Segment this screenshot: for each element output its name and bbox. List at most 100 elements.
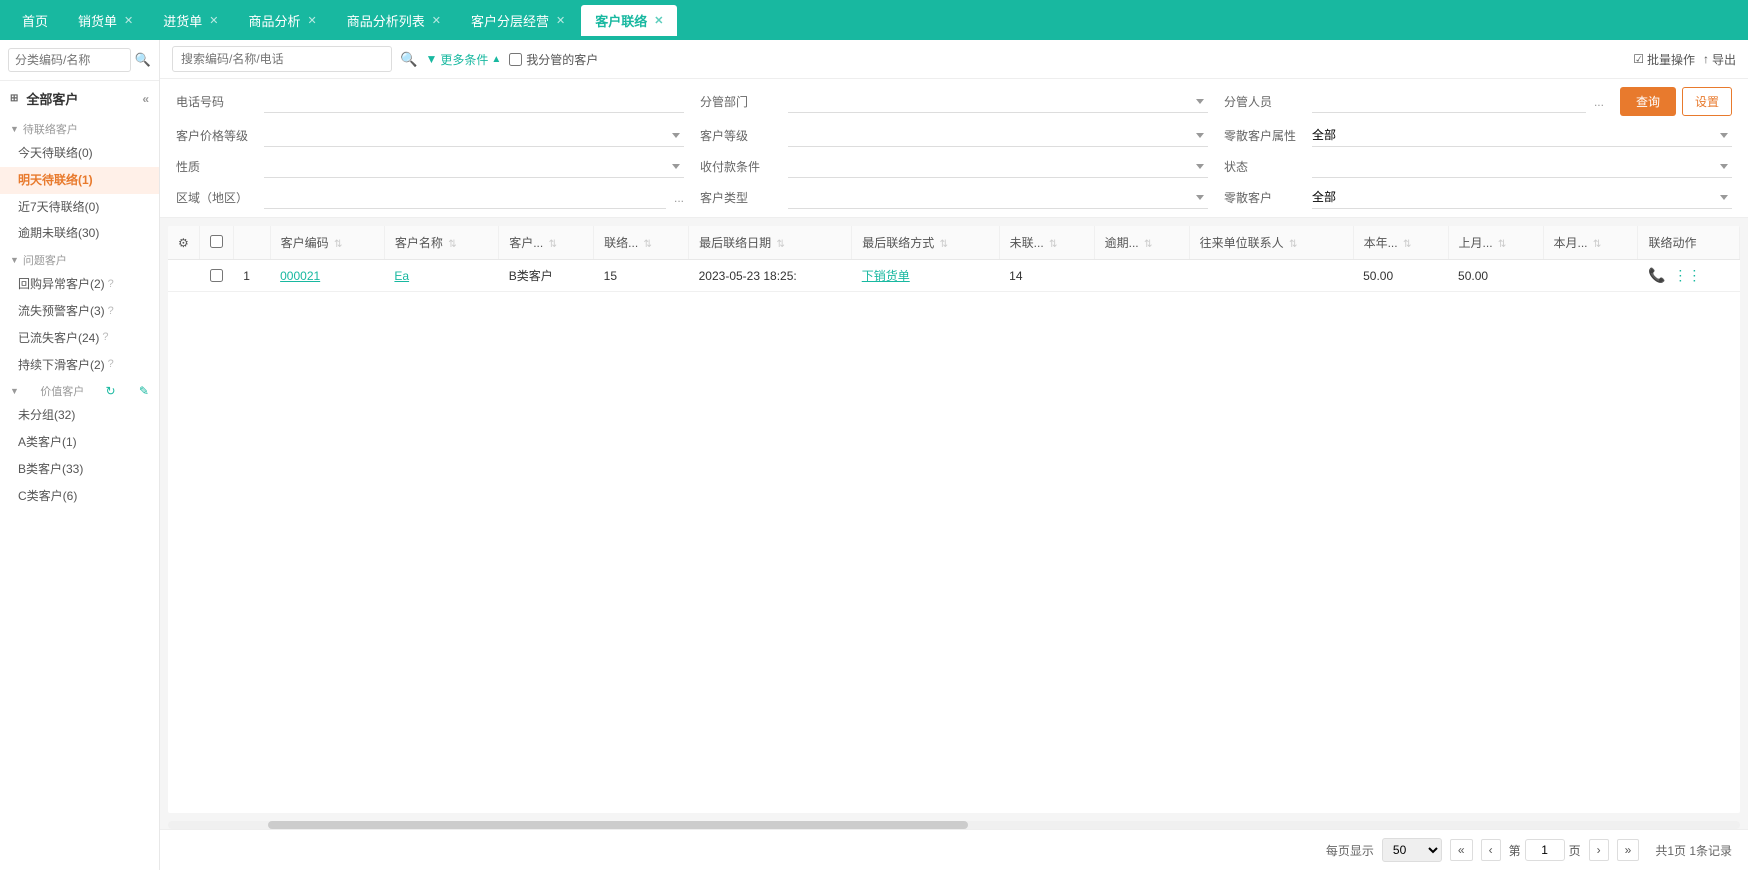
nav-goods-analysis-list-close[interactable]: ✕ (432, 14, 441, 27)
sort-icon-name[interactable]: ⇅ (448, 239, 456, 250)
sidebar-item-ungrouped[interactable]: 未分组(32) (0, 402, 159, 429)
customer-code-link[interactable]: 000021 (280, 269, 320, 283)
problem-group-label: 问题客户 (23, 252, 67, 268)
filter-retail-customer-select[interactable]: 全部 (1312, 186, 1732, 209)
edit-icon[interactable]: ✎ (139, 384, 149, 398)
prev-page-btn[interactable]: ‹ (1481, 839, 1501, 861)
sidebar-item-week[interactable]: 近7天待联络(0) (0, 194, 159, 221)
nav-customer-tier-close[interactable]: ✕ (556, 14, 565, 27)
sidebar-item-repurchase[interactable]: 回购异常客户(2) ? (0, 271, 159, 298)
last-contact-method-link[interactable]: 下销货单 (862, 269, 910, 283)
nav-item-sales[interactable]: 销货单 ✕ (64, 5, 147, 36)
sidebar-search-input[interactable] (8, 48, 131, 72)
sidebar-item-churn-warning[interactable]: 流失预警客户(3) ? (0, 298, 159, 325)
nav-item-customer-tier[interactable]: 客户分层经营 ✕ (457, 5, 579, 36)
filter-customer-level-select[interactable] (788, 124, 1208, 147)
sort-icon-last-date[interactable]: ⇅ (776, 239, 784, 250)
action-more-icon[interactable]: ⋮⋮ (1673, 267, 1701, 284)
sidebar-item-class-c[interactable]: C类客户(6) (0, 483, 159, 510)
nav-item-purchase[interactable]: 进货单 ✕ (149, 5, 232, 36)
filter-value-level-select[interactable] (264, 124, 684, 147)
nav-purchase-close[interactable]: ✕ (209, 14, 218, 27)
sort-icon-no-contact[interactable]: ⇅ (1049, 239, 1057, 250)
more-conditions-button[interactable]: ▼ 更多条件 ▲ (425, 51, 501, 68)
filter-status-select[interactable] (1312, 155, 1732, 178)
nav-item-home[interactable]: 首页 (8, 5, 62, 36)
refresh-icon[interactable]: ↻ (106, 384, 116, 398)
first-page-btn[interactable]: « (1450, 839, 1473, 861)
filter-retail-attr-select[interactable]: 全部 (1312, 124, 1732, 147)
batch-ops-button[interactable]: ☑ 批量操作 (1633, 51, 1695, 68)
query-button[interactable]: 查询 (1620, 87, 1676, 116)
filter-manager-ellipsis[interactable]: ... (1594, 95, 1604, 109)
help-icon-churned[interactable]: ? (102, 330, 108, 345)
last-page-btn[interactable]: » (1617, 839, 1640, 861)
nav-customer-contact-label: 客户联络 (595, 11, 647, 30)
row-checkbox[interactable] (210, 269, 223, 282)
filter-dept-select[interactable] (788, 90, 1208, 113)
filter-payment-select[interactable] (788, 155, 1208, 178)
sidebar-item-declining[interactable]: 持续下滑客户(2) ? (0, 352, 159, 379)
sidebar-item-overdue[interactable]: 逾期未联络(30) (0, 220, 159, 247)
filter-phone-input[interactable] (264, 90, 684, 113)
filter-manager-label: 分管人员 (1224, 93, 1304, 110)
customer-name-link[interactable]: Ea (394, 269, 409, 283)
help-icon-declining[interactable]: ? (108, 357, 114, 372)
filter-retail-attr-row: 零散客户属性 全部 (1224, 124, 1732, 147)
sidebar-item-churned[interactable]: 已流失客户(24) ? (0, 325, 159, 352)
sidebar-item-tomorrow[interactable]: 明天待联络(1) (0, 167, 159, 194)
my-customers-checkbox-label[interactable]: 我分管的客户 (509, 51, 598, 68)
td-this-month (1543, 260, 1638, 292)
nav-sales-close[interactable]: ✕ (124, 14, 133, 27)
nav-goods-analysis-close[interactable]: ✕ (308, 14, 317, 27)
sidebar-search-icon[interactable]: 🔍 (135, 52, 151, 68)
select-all-checkbox[interactable] (210, 235, 223, 248)
page-indicator: 第 页 (1509, 839, 1581, 861)
page-input[interactable] (1525, 839, 1565, 861)
filter-region-ellipsis[interactable]: ... (674, 191, 684, 205)
sidebar-all-customers[interactable]: ⊞ 全部客户 « (0, 81, 159, 116)
filter-gender-select[interactable] (264, 155, 684, 178)
sidebar-item-class-a[interactable]: A类客户(1) (0, 429, 159, 456)
sidebar-item-class-b[interactable]: B类客户(33) (0, 456, 159, 483)
sort-icon-last-month[interactable]: ⇅ (1498, 239, 1506, 250)
nav-customer-contact-close[interactable]: ✕ (654, 14, 663, 27)
sort-icon-type[interactable]: ⇅ (549, 239, 557, 250)
action-phone-icon[interactable]: 📞 (1648, 267, 1665, 284)
help-icon-churn[interactable]: ? (108, 304, 114, 319)
help-icon-repurchase[interactable]: ? (108, 277, 114, 292)
sort-icon-unit-contact[interactable]: ⇅ (1289, 239, 1297, 250)
more-conditions-label: 更多条件 (440, 51, 488, 68)
td-contact: 15 (594, 260, 689, 292)
sort-icon-last-method[interactable]: ⇅ (940, 239, 948, 250)
sort-icon-code[interactable]: ⇅ (334, 239, 342, 250)
table-header: ⚙ 客户编码 ⇅ 客户名称 ⇅ (168, 226, 1740, 260)
nav-item-goods-analysis[interactable]: 商品分析 ✕ (234, 5, 330, 36)
nav-item-customer-contact[interactable]: 客户联络 ✕ (581, 5, 677, 36)
settings-button[interactable]: 设置 (1682, 87, 1732, 116)
search-button[interactable]: 🔍 (400, 51, 417, 68)
export-button[interactable]: ↑ 导出 (1703, 51, 1736, 68)
per-page-select[interactable]: 50 20 100 (1382, 838, 1442, 862)
search-input[interactable] (172, 46, 392, 72)
sort-icon-overdue[interactable]: ⇅ (1144, 239, 1152, 250)
sidebar-collapse-icon[interactable]: « (142, 92, 149, 106)
sort-icon-contact[interactable]: ⇅ (644, 239, 652, 250)
sort-icon-this-year[interactable]: ⇅ (1403, 239, 1411, 250)
sort-icon-this-month[interactable]: ⇅ (1593, 239, 1601, 250)
filter-customer-type-select[interactable] (788, 186, 1208, 209)
horizontal-scrollbar[interactable] (168, 821, 1740, 829)
scrollbar-thumb[interactable] (268, 821, 968, 829)
filter-region-input[interactable] (264, 186, 666, 209)
td-type: B类客户 (499, 260, 594, 292)
gear-icon[interactable]: ⚙ (178, 236, 189, 250)
batch-check-icon: ☑ (1633, 52, 1644, 66)
th-last-month: 上月... ⇅ (1448, 226, 1543, 260)
my-customers-checkbox[interactable] (509, 53, 522, 66)
nav-item-goods-analysis-list[interactable]: 商品分析列表 ✕ (333, 5, 455, 36)
export-icon: ↑ (1703, 52, 1709, 66)
sidebar-item-today[interactable]: 今天待联络(0) (0, 140, 159, 167)
td-code: 000021 (270, 260, 384, 292)
next-page-btn[interactable]: › (1589, 839, 1609, 861)
filter-manager-input[interactable] (1312, 90, 1586, 113)
